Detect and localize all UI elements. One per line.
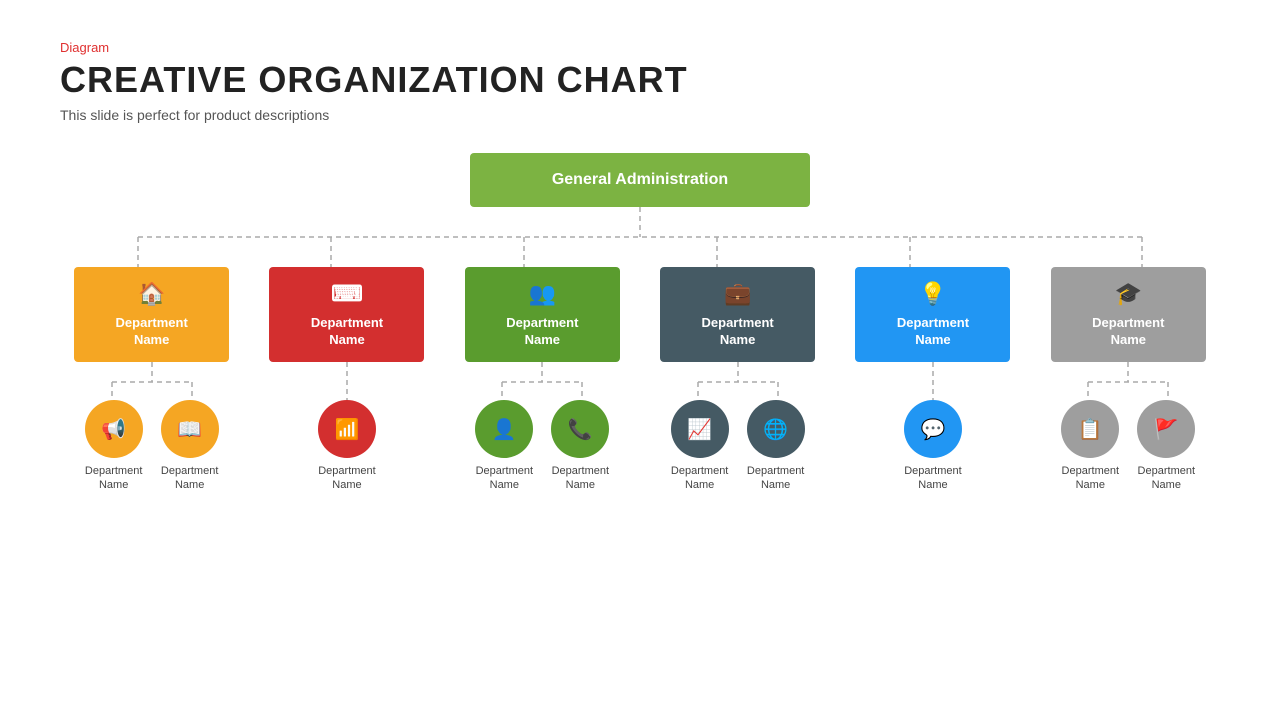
sub-label-6a: DepartmentName	[1062, 464, 1119, 493]
sub-circle-6a: 📋	[1061, 400, 1119, 458]
sub-item-5a: 💬 DepartmentName	[904, 400, 962, 493]
dept-column-2: ⌨ DepartmentName 📶 DepartmentName	[255, 267, 438, 493]
sub-row-2: 📶 DepartmentName	[255, 400, 438, 493]
dept-box-5: 💡 DepartmentName	[855, 267, 1010, 362]
sub-circle-4a: 📈	[671, 400, 729, 458]
header-title: CREATIVE ORGANIZATION CHART	[60, 59, 1220, 101]
keyboard-icon: ⌨	[331, 280, 363, 309]
sub-row-4: 📈 DepartmentName 🌐 DepartmentName	[646, 400, 829, 493]
dept-box-1: 🏠 DepartmentName	[74, 267, 229, 362]
sub-row-6: 📋 DepartmentName 🚩 DepartmentName	[1037, 400, 1220, 493]
sub-label-1b: DepartmentName	[161, 464, 218, 493]
people-icon: 👥	[529, 280, 556, 309]
lightbulb-icon: 💡	[919, 280, 946, 309]
departments-row: 🏠 DepartmentName 📢 DepartmentName	[60, 267, 1220, 493]
dept-column-5: 💡 DepartmentName 💬 DepartmentName	[841, 267, 1024, 493]
slide: Diagram CREATIVE ORGANIZATION CHART This…	[0, 0, 1280, 720]
dept-name-3: DepartmentName	[506, 315, 578, 349]
header-subtitle: This slide is perfect for product descri…	[60, 107, 1220, 123]
sub-circle-1b: 📖	[161, 400, 219, 458]
dept-column-6: 🎓 DepartmentName 📋 DepartmentName 🚩	[1037, 267, 1220, 493]
sub-conn-3	[477, 362, 607, 400]
sub-label-3a: DepartmentName	[476, 464, 533, 493]
top-node: General Administration	[470, 153, 810, 207]
top-connectors	[60, 207, 1220, 267]
sub-label-5a: DepartmentName	[904, 464, 961, 493]
dept-column-1: 🏠 DepartmentName 📢 DepartmentName	[60, 267, 243, 493]
sub-label-4a: DepartmentName	[671, 464, 728, 493]
sub-circle-4b: 🌐	[747, 400, 805, 458]
dept-box-3: 👥 DepartmentName	[465, 267, 620, 362]
sub-row-1: 📢 DepartmentName 📖 DepartmentName	[60, 400, 243, 493]
sub-conn-2	[307, 362, 387, 400]
sub-item-2a: 📶 DepartmentName	[318, 400, 376, 493]
sub-conn-6	[1063, 362, 1193, 400]
sub-conn-5	[893, 362, 973, 400]
header-label: Diagram	[60, 40, 1220, 55]
dept-column-3: 👥 DepartmentName 👤 DepartmentName 📞	[451, 267, 634, 493]
sub-item-1b: 📖 DepartmentName	[161, 400, 219, 493]
sub-circle-2a: 📶	[318, 400, 376, 458]
dept-name-6: DepartmentName	[1092, 315, 1164, 349]
sub-label-6b: DepartmentName	[1138, 464, 1195, 493]
dept-name-1: DepartmentName	[116, 315, 188, 349]
sub-label-3b: DepartmentName	[552, 464, 609, 493]
sub-label-2a: DepartmentName	[318, 464, 375, 493]
sub-circle-6b: 🚩	[1137, 400, 1195, 458]
sub-item-3b: 📞 DepartmentName	[551, 400, 609, 493]
sub-label-4b: DepartmentName	[747, 464, 804, 493]
dept-name-2: DepartmentName	[311, 315, 383, 349]
sub-circle-3b: 📞	[551, 400, 609, 458]
sub-circle-3a: 👤	[475, 400, 533, 458]
sub-conn-4	[673, 362, 803, 400]
dept-box-6: 🎓 DepartmentName	[1051, 267, 1206, 362]
org-chart: General Administration 🏠	[60, 153, 1220, 493]
sub-circle-1a: 📢	[85, 400, 143, 458]
sub-conn-1	[87, 362, 217, 400]
dept-column-4: 💼 DepartmentName 📈 DepartmentName 🌐	[646, 267, 829, 493]
sub-item-6a: 📋 DepartmentName	[1061, 400, 1119, 493]
sub-circle-5a: 💬	[904, 400, 962, 458]
dept-name-5: DepartmentName	[897, 315, 969, 349]
dept-box-4: 💼 DepartmentName	[660, 267, 815, 362]
graduation-icon: 🎓	[1115, 280, 1142, 309]
sub-item-6b: 🚩 DepartmentName	[1137, 400, 1195, 493]
sub-item-3a: 👤 DepartmentName	[475, 400, 533, 493]
sub-item-4a: 📈 DepartmentName	[671, 400, 729, 493]
sub-row-5: 💬 DepartmentName	[841, 400, 1024, 493]
sub-row-3: 👤 DepartmentName 📞 DepartmentName	[451, 400, 634, 493]
sub-label-1a: DepartmentName	[85, 464, 142, 493]
sub-item-1a: 📢 DepartmentName	[85, 400, 143, 493]
dept-box-2: ⌨ DepartmentName	[269, 267, 424, 362]
dept-name-4: DepartmentName	[702, 315, 774, 349]
sub-item-4b: 🌐 DepartmentName	[747, 400, 805, 493]
briefcase-icon: 💼	[724, 280, 751, 309]
home-icon: 🏠	[138, 280, 165, 309]
